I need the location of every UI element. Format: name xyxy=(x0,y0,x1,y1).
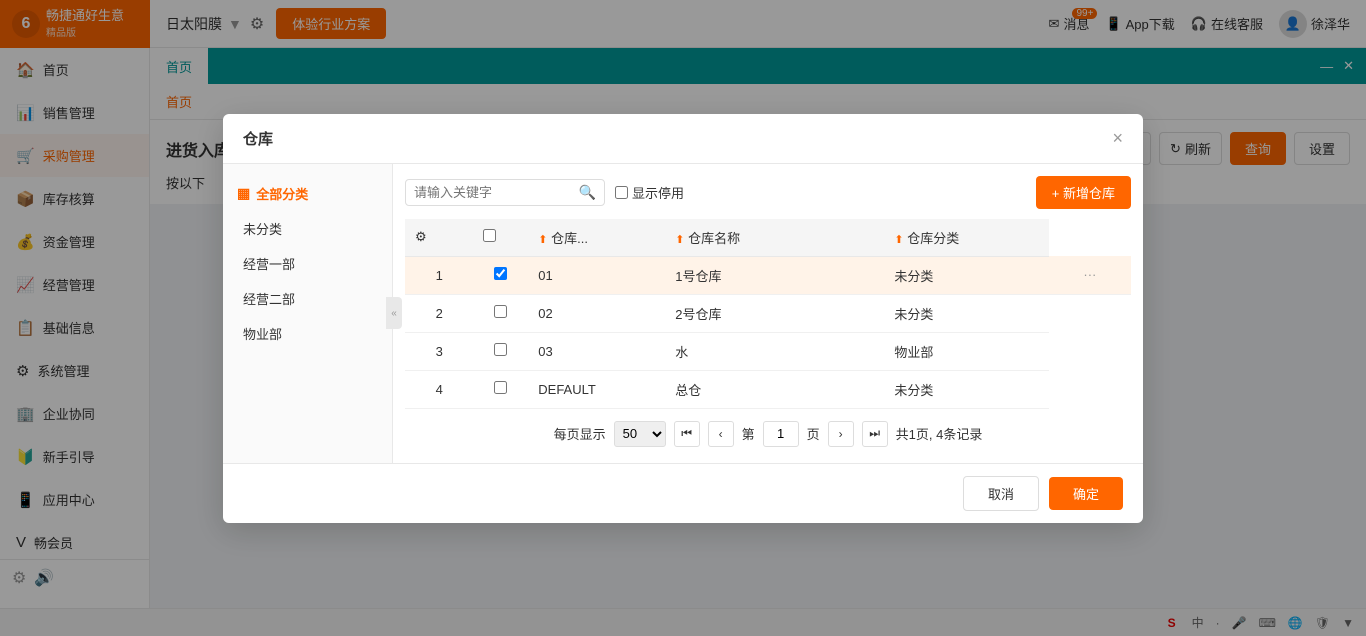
table-head: ⚙ ⬆ 仓库... ⬆ 仓库名称 xyxy=(405,219,1131,257)
table-row[interactable]: 4 DEFAULT 总仓 未分类 xyxy=(405,370,1131,408)
row-ops[interactable]: ··· xyxy=(1049,256,1131,294)
row-checkbox[interactable] xyxy=(494,267,507,280)
modal-header: 仓库 × xyxy=(223,114,1143,164)
th-name[interactable]: ⬆ 仓库名称 xyxy=(665,219,884,257)
table-row[interactable]: 1 01 1号仓库 未分类 ··· xyxy=(405,256,1131,294)
row-code: 01 xyxy=(528,256,665,294)
add-warehouse-btn[interactable]: + 新增仓库 xyxy=(1036,176,1131,209)
row-index: 3 xyxy=(405,332,473,370)
category-list: 未分类经营一部经营二部物业部 xyxy=(223,211,392,351)
page-unit: 页 xyxy=(807,424,820,443)
row-category: 物业部 xyxy=(884,332,1048,370)
grid-icon: ▦ xyxy=(237,185,250,202)
table-row[interactable]: 3 03 水 物业部 xyxy=(405,332,1131,370)
warehouse-table: ⚙ ⬆ 仓库... ⬆ 仓库名称 xyxy=(405,219,1131,409)
row-checkbox[interactable] xyxy=(494,381,507,394)
row-checkbox-cell xyxy=(473,370,528,408)
row-checkbox[interactable] xyxy=(494,305,507,318)
category-item-经营一部[interactable]: 经营一部 xyxy=(223,246,392,281)
table-panel: 🔍 显示停用 + 新增仓库 ⚙ xyxy=(393,164,1143,463)
modal-close-btn[interactable]: × xyxy=(1112,128,1123,149)
page-input[interactable] xyxy=(763,421,799,447)
table-body: 1 01 1号仓库 未分类 ··· 2 02 2号仓库 未分类 3 03 水 物… xyxy=(405,256,1131,408)
th-setting: ⚙ xyxy=(405,219,473,257)
per-page-select[interactable]: 102050100 xyxy=(614,421,666,447)
category-panel: « ▦ 全部分类 未分类经营一部经营二部物业部 xyxy=(223,164,393,463)
show-disabled-checkbox[interactable] xyxy=(615,186,628,199)
table-toolbar: 🔍 显示停用 + 新增仓库 xyxy=(405,176,1131,209)
row-checkbox-cell xyxy=(473,332,528,370)
last-page-btn[interactable]: ⏭ xyxy=(862,421,888,447)
th-category[interactable]: ⬆ 仓库分类 xyxy=(884,219,1048,257)
row-category: 未分类 xyxy=(884,370,1048,408)
row-checkbox[interactable] xyxy=(494,343,507,356)
th-checkbox xyxy=(473,219,528,257)
confirm-btn[interactable]: 确定 xyxy=(1049,477,1123,510)
category-item-物业部[interactable]: 物业部 xyxy=(223,316,392,351)
all-category-label: 全部分类 xyxy=(256,184,308,203)
row-checkbox-cell xyxy=(473,256,528,294)
search-icon[interactable]: 🔍 xyxy=(579,184,596,201)
row-code: 03 xyxy=(528,332,665,370)
page-label: 第 xyxy=(742,424,755,443)
select-all-checkbox[interactable] xyxy=(483,229,496,242)
next-page-btn[interactable]: › xyxy=(828,421,854,447)
sort-icon-cat: ⬆ xyxy=(894,234,903,246)
prev-page-btn[interactable]: ‹ xyxy=(708,421,734,447)
total-label: 共1页, 4条记录 xyxy=(896,424,983,443)
cancel-btn[interactable]: 取消 xyxy=(963,476,1039,511)
row-name: 1号仓库 xyxy=(665,256,884,294)
row-name: 水 xyxy=(665,332,884,370)
row-code: 02 xyxy=(528,294,665,332)
sort-icon-code: ⬆ xyxy=(538,234,547,246)
search-wrap: 🔍 xyxy=(405,179,605,206)
table-row[interactable]: 2 02 2号仓库 未分类 xyxy=(405,294,1131,332)
row-category: 未分类 xyxy=(884,294,1048,332)
warehouse-modal: 仓库 × « ▦ 全部分类 未分类经营一部经营二部物业部 xyxy=(223,114,1143,523)
table-wrapper: ⚙ ⬆ 仓库... ⬆ 仓库名称 xyxy=(405,219,1131,409)
th-code[interactable]: ⬆ 仓库... xyxy=(528,219,665,257)
row-index: 2 xyxy=(405,294,473,332)
show-disabled-label: 显示停用 xyxy=(632,183,684,202)
per-page-label: 每页显示 xyxy=(554,424,606,443)
row-name: 总仓 xyxy=(665,370,884,408)
category-all[interactable]: ▦ 全部分类 xyxy=(223,176,392,211)
modal-footer: 取消 确定 xyxy=(223,463,1143,523)
modal-title: 仓库 xyxy=(243,128,273,149)
pagination-bar: 每页显示 102050100 ⏮ ‹ 第 页 › ⏭ 共1页, 4条记录 xyxy=(405,409,1131,451)
row-code: DEFAULT xyxy=(528,370,665,408)
category-item-经营二部[interactable]: 经营二部 xyxy=(223,281,392,316)
first-page-btn[interactable]: ⏮ xyxy=(674,421,700,447)
row-name: 2号仓库 xyxy=(665,294,884,332)
row-checkbox-cell xyxy=(473,294,528,332)
row-index: 1 xyxy=(405,256,473,294)
search-input[interactable] xyxy=(414,185,579,200)
ops-dots-icon[interactable]: ··· xyxy=(1083,267,1096,282)
row-index: 4 xyxy=(405,370,473,408)
modal-body: « ▦ 全部分类 未分类经营一部经营二部物业部 🔍 xyxy=(223,164,1143,463)
sort-icon-name: ⬆ xyxy=(675,234,684,246)
show-disabled-checkbox-label[interactable]: 显示停用 xyxy=(615,183,684,202)
row-category: 未分类 xyxy=(884,256,1048,294)
panel-collapse-btn[interactable]: « xyxy=(386,297,402,329)
modal-overlay[interactable]: 仓库 × « ▦ 全部分类 未分类经营一部经营二部物业部 xyxy=(0,0,1366,636)
category-item-未分类[interactable]: 未分类 xyxy=(223,211,392,246)
